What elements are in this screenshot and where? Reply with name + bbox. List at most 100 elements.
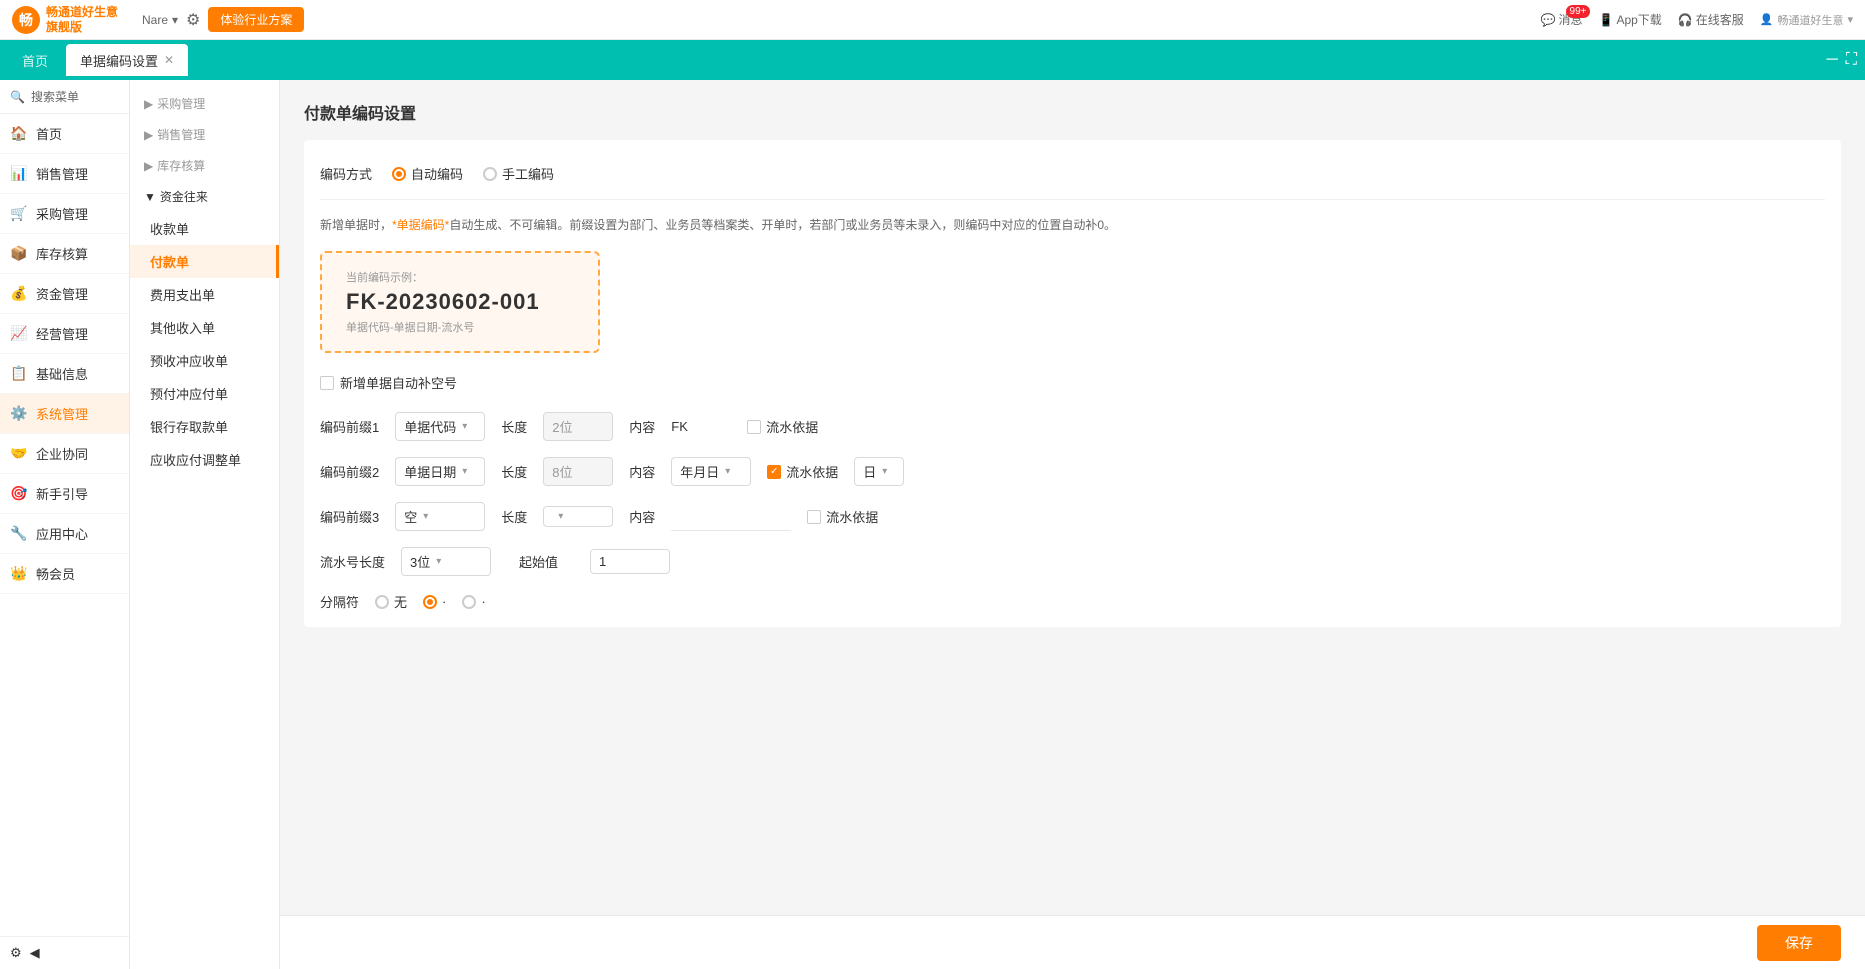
page-title: 付款单编码设置 [304,100,1841,124]
basic-info-icon: 📋 [10,365,28,383]
flow-length-label: 流水号长度 [320,552,385,571]
sidebar-item-apps[interactable]: 🔧 应用中心 [0,514,129,554]
prefix-label-1: 编码前缀1 [320,417,379,436]
flow-check-1[interactable]: 流水依据 [747,417,818,436]
collapse-icon[interactable]: ◀ [30,945,40,961]
search-menu[interactable]: 🔍 搜索菜单 [0,80,129,114]
flow-check-2[interactable]: ✓ 流水依据 [767,462,838,481]
save-button[interactable]: 保存 [1757,925,1841,961]
sidebar-item-finance[interactable]: 💰 资金管理 [0,274,129,314]
sub-item-expense[interactable]: 费用支出单 [130,278,279,311]
guide-icon: 🎯 [10,485,28,503]
sep-none-radio[interactable] [375,595,389,609]
sidebar-item-member[interactable]: 👑 畅会员 [0,554,129,594]
sep-dot[interactable]: · [423,594,446,609]
sidebar-item-system[interactable]: ⚙️ 系统管理 [0,394,129,434]
start-value-label: 起始值 [519,552,574,571]
tab-encoding-settings[interactable]: 单据编码设置 ✕ [66,44,188,76]
sidebar-item-basic-info[interactable]: 📋 基础信息 [0,354,129,394]
length-label-3: 长度 [501,507,527,526]
manual-radio[interactable] [483,167,497,181]
tab-home[interactable]: 首页 [8,44,62,76]
sub-item-other-income[interactable]: 其他收入单 [130,311,279,344]
trial-button[interactable]: 体验行业方案 [208,7,304,32]
finance-icon: 💰 [10,285,28,303]
sidebar-item-operations[interactable]: 📈 经营管理 [0,314,129,354]
logo-area: 畅 畅通道好生意 旗舰版 [12,5,132,34]
app-download-button[interactable]: 📱 App下载 [1598,11,1661,28]
home-icon: 🏠 [10,125,28,143]
settings-bottom-icon[interactable]: ⚙ [10,945,22,961]
sub-item-pre-receive[interactable]: 预收冲应收单 [130,344,279,377]
operations-icon: 📈 [10,325,28,343]
prefix-select-1[interactable]: 单据代码 ▾ [395,412,485,441]
enterprise-icon: 🤝 [10,445,28,463]
sub-item-receipt[interactable]: 收款单 [130,212,279,245]
flow-checkbox-1[interactable] [747,420,761,434]
content-value-1: FK [671,419,731,434]
prefix-row-2: 编码前缀2 单据日期 ▾ 长度 8位 内容 年月日 ▾ ✓ 流水依据 [320,457,1825,486]
service-button[interactable]: 🎧 在线客服 [1678,11,1744,28]
start-value-input[interactable] [590,549,670,574]
length-select-3[interactable]: ▾ [543,506,613,527]
auto-radio[interactable] [392,167,406,181]
flow-check-3[interactable]: 流水依据 [807,507,878,526]
prefix-select-3[interactable]: 空 ▾ [395,502,485,531]
encoding-label: 编码方式 [320,164,372,183]
minimize-icon[interactable]: ─ [1826,51,1837,69]
sidebar-item-home[interactable]: 🏠 首页 [0,114,129,154]
chevron-down-icon: ▾ [1847,13,1853,26]
sub-group-sales[interactable]: ▶ 销售管理 [130,119,279,150]
manual-encoding-option[interactable]: 手工编码 [483,164,554,183]
user-area[interactable]: 👤 畅通道好生意 ▾ [1760,12,1853,28]
content-select-2[interactable]: 年月日 ▾ [671,457,751,486]
day-select-2[interactable]: 日 ▾ [854,457,904,486]
sidebar-item-inventory[interactable]: 📦 库存核算 [0,234,129,274]
sep-dash[interactable]: · [462,594,485,609]
sep-dash-radio[interactable] [462,595,476,609]
flow-checkbox-2[interactable]: ✓ [767,465,781,479]
tab-bar-right: ─ ⛶ [1826,51,1857,69]
preview-box: 当前编码示例： FK-20230602-001 单据代码-单据日期-流水号 [320,251,600,353]
top-header: 畅 畅通道好生意 旗舰版 Nare ▾ ⚙ 体验行业方案 💬 消息 99+ 📱 … [0,0,1865,40]
sep-dot-radio[interactable] [423,595,437,609]
sub-group-purchase[interactable]: ▶ 采购管理 [130,88,279,119]
sub-item-bank[interactable]: 银行存取款单 [130,410,279,443]
purchase-icon: 🛒 [10,205,28,223]
content-area: 付款单编码设置 编码方式 自动编码 手工编码 新增单据时，*单据编码*自动生成、 [280,80,1865,969]
settings-icon[interactable]: ⚙ [186,10,200,30]
sidebar-item-enterprise[interactable]: 🤝 企业协同 [0,434,129,474]
sub-item-adjust[interactable]: 应收应付调整单 [130,443,279,476]
auto-encoding-option[interactable]: 自动编码 [392,164,463,183]
sub-sidebar: ▶ 采购管理 ▶ 销售管理 ▶ 库存核算 ▼ 资金往来 收款单 付款单 费用支出… [130,80,280,969]
flow-checkbox-3[interactable] [807,510,821,524]
sidebar-item-purchase[interactable]: 🛒 采购管理 [0,194,129,234]
auto-fill-checkbox[interactable] [320,376,334,390]
encoding-row: 编码方式 自动编码 手工编码 [320,156,1825,200]
sub-item-payment[interactable]: 付款单 [130,245,279,278]
company-dropdown[interactable]: Nare ▾ [142,13,178,27]
sub-group-inventory[interactable]: ▶ 库存核算 [130,150,279,181]
length-label-1: 长度 [501,417,527,436]
message-button[interactable]: 💬 消息 99+ [1541,11,1583,28]
sub-group-capital[interactable]: ▼ 资金往来 [130,181,279,212]
prefix-select-2[interactable]: 单据日期 ▾ [395,457,485,486]
length-box-2: 8位 [543,457,613,486]
sep-none[interactable]: 无 [375,592,407,611]
auto-fill-label: 新增单据自动补空号 [340,373,457,392]
sidebar-item-sales[interactable]: 📊 销售管理 [0,154,129,194]
sub-item-pre-pay[interactable]: 预付冲应付单 [130,377,279,410]
flow-length-row: 流水号长度 3位 ▾ 起始值 [320,547,1825,576]
maximize-icon[interactable]: ⛶ [1846,51,1857,69]
chevron-down-icon: ▾ [436,556,441,567]
flow-length-select[interactable]: 3位 ▾ [401,547,491,576]
tab-close-icon[interactable]: ✕ [164,53,174,67]
auto-fill-row: 新增单据自动补空号 [320,373,1825,392]
logo-icon: 畅 [12,6,40,34]
search-icon: 🔍 [10,90,25,104]
apps-icon: 🔧 [10,525,28,543]
left-sidebar: 🔍 搜索菜单 🏠 首页 📊 销售管理 🛒 采购管理 📦 库存核算 💰 资金管理 … [0,80,130,969]
chevron-down-icon: ▾ [423,511,428,522]
prefix-label-3: 编码前缀3 [320,507,379,526]
sidebar-item-guide[interactable]: 🎯 新手引导 [0,474,129,514]
